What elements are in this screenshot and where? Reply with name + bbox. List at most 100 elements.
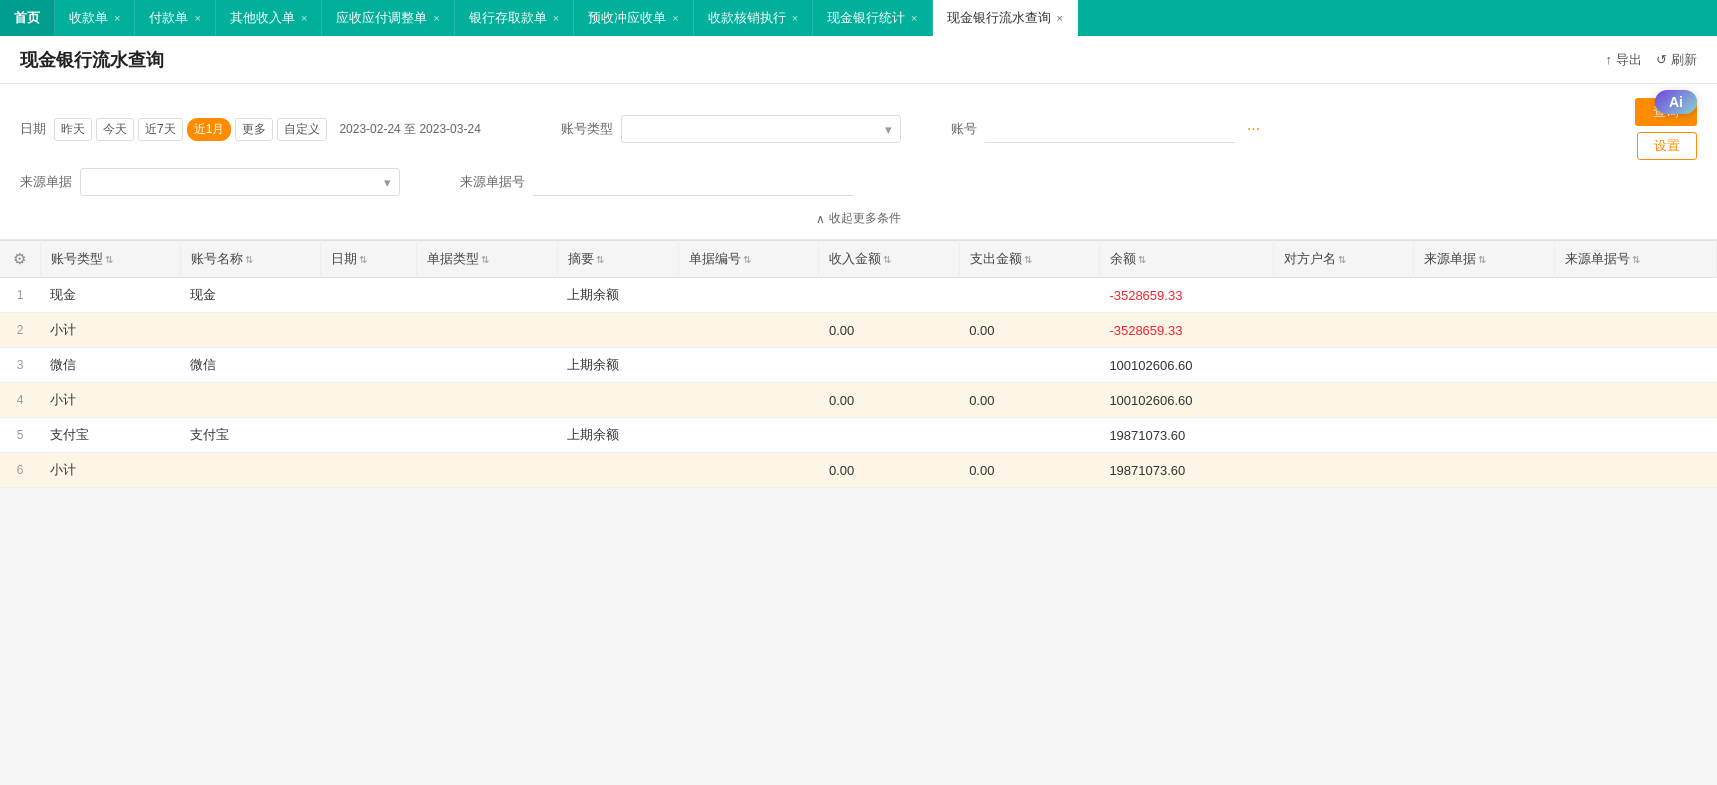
table-cell: 小计 (40, 453, 180, 488)
table-cell (320, 383, 416, 418)
col-header-source_doc[interactable]: 来源单据⇅ (1414, 241, 1554, 278)
col-header-expense[interactable]: 支出金额⇅ (959, 241, 1099, 278)
col-header-counterparty[interactable]: 对方户名⇅ (1274, 241, 1414, 278)
table-cell (819, 418, 959, 453)
date-shortcut-btn[interactable]: 近1月 (187, 118, 232, 141)
table-cell (1554, 313, 1716, 348)
table-cell: 上期余额 (557, 348, 679, 383)
nav-tab[interactable]: 付款单× (135, 0, 215, 36)
table-cell (557, 453, 679, 488)
table-cell (1414, 418, 1554, 453)
source-doc-filter-group: 来源单据 ▾ (20, 168, 400, 196)
nav-tab[interactable]: 现金银行统计× (813, 0, 932, 36)
export-button[interactable]: ↑ 导出 (1606, 51, 1643, 69)
date-shortcut-btn[interactable]: 昨天 (54, 118, 92, 141)
date-filter-group: 日期 昨天今天近7天近1月更多自定义 2023-02-24 至 2023-03-… (20, 118, 481, 141)
col-header-doc_no[interactable]: 单据编号⇅ (679, 241, 819, 278)
account-type-filter-group: 账号类型 ▾ (561, 115, 901, 143)
table-cell (1554, 453, 1716, 488)
table-cell (557, 313, 679, 348)
filter-row-1: 日期 昨天今天近7天近1月更多自定义 2023-02-24 至 2023-03-… (20, 98, 1697, 160)
col-header-date[interactable]: 日期⇅ (320, 241, 416, 278)
account-dots-btn[interactable]: ··· (1243, 120, 1264, 138)
table-cell (1414, 313, 1554, 348)
account-input[interactable] (985, 115, 1235, 143)
table-cell (417, 313, 557, 348)
col-header-source_doc_no[interactable]: 来源单据号⇅ (1554, 241, 1716, 278)
table-cell: 上期余额 (557, 418, 679, 453)
date-shortcut-btn[interactable]: 更多 (235, 118, 273, 141)
table-cell (1414, 348, 1554, 383)
nav-home[interactable]: 首页 (0, 0, 55, 36)
table-cell: 1 (0, 278, 40, 313)
nav-tab[interactable]: 收款单× (55, 0, 135, 36)
table-cell: 小计 (40, 313, 180, 348)
source-doc-no-filter-group: 来源单据号 (460, 168, 853, 196)
table-cell (959, 278, 1099, 313)
table-cell: 3 (0, 348, 40, 383)
table-cell: 0.00 (959, 453, 1099, 488)
date-shortcut-btn[interactable]: 今天 (96, 118, 134, 141)
nav-tab[interactable]: 预收冲应收单× (574, 0, 693, 36)
nav-tab[interactable]: 银行存取款单× (455, 0, 574, 36)
nav-tab[interactable]: 应收应付调整单× (322, 0, 454, 36)
table-cell: 0.00 (959, 313, 1099, 348)
table-cell (1554, 383, 1716, 418)
table-cell: 现金 (180, 278, 320, 313)
collapse-bar[interactable]: ∧ 收起更多条件 (20, 204, 1697, 229)
gear-icon[interactable]: ⚙ (13, 250, 26, 267)
col-header-account_type[interactable]: 账号类型⇅ (40, 241, 180, 278)
col-header-gear: ⚙ (0, 241, 40, 278)
table-cell: 2 (0, 313, 40, 348)
table-cell (320, 418, 416, 453)
table-cell (1274, 453, 1414, 488)
col-header-account_name[interactable]: 账号名称⇅ (180, 241, 320, 278)
col-header-income[interactable]: 收入金额⇅ (819, 241, 959, 278)
table-cell (1274, 313, 1414, 348)
table-row: 2小计0.000.00-3528659.33 (0, 313, 1717, 348)
table-cell: 0.00 (959, 383, 1099, 418)
table-cell (959, 348, 1099, 383)
table-cell (320, 278, 416, 313)
main-table: ⚙ 账号类型⇅账号名称⇅日期⇅单据类型⇅摘要⇅单据编号⇅收入金额⇅支出金额⇅余额⇅… (0, 240, 1717, 488)
settings-button[interactable]: 设置 (1637, 132, 1697, 160)
date-label: 日期 (20, 120, 46, 138)
filter-area: 日期 昨天今天近7天近1月更多自定义 2023-02-24 至 2023-03-… (0, 84, 1717, 240)
nav-tab[interactable]: 现金银行流水查询× (933, 0, 1078, 36)
account-type-select[interactable]: ▾ (621, 115, 901, 143)
date-shortcut-btn[interactable]: 自定义 (277, 118, 327, 141)
table-cell (679, 453, 819, 488)
table-cell: 上期余额 (557, 278, 679, 313)
table-cell (1274, 418, 1414, 453)
col-header-balance[interactable]: 余额⇅ (1099, 241, 1273, 278)
date-shortcut-btn[interactable]: 近7天 (138, 118, 183, 141)
table-cell (819, 348, 959, 383)
table-cell: 支付宝 (180, 418, 320, 453)
refresh-button[interactable]: ↺ 刷新 (1656, 51, 1697, 69)
table-cell (417, 418, 557, 453)
nav-tab[interactable]: 收款核销执行× (694, 0, 813, 36)
table-cell (417, 278, 557, 313)
table-cell: 4 (0, 383, 40, 418)
table-cell (320, 453, 416, 488)
source-doc-no-input[interactable] (533, 168, 853, 196)
col-header-doc_type[interactable]: 单据类型⇅ (417, 241, 557, 278)
table-cell (1554, 348, 1716, 383)
table-cell (1414, 453, 1554, 488)
date-shortcuts: 昨天今天近7天近1月更多自定义 (54, 118, 327, 141)
table-cell (1274, 383, 1414, 418)
filter-row-2: 来源单据 ▾ 来源单据号 (20, 168, 1697, 196)
source-doc-select[interactable]: ▾ (80, 168, 400, 196)
table-cell: 19871073.60 (1099, 453, 1273, 488)
table-cell (679, 348, 819, 383)
col-header-summary[interactable]: 摘要⇅ (557, 241, 679, 278)
source-doc-label: 来源单据 (20, 173, 72, 191)
ai-badge[interactable]: Ai (1655, 90, 1697, 114)
table-row: 3微信微信上期余额100102606.60 (0, 348, 1717, 383)
table-cell (417, 348, 557, 383)
table-cell: 微信 (180, 348, 320, 383)
table-cell (180, 453, 320, 488)
table-row: 4小计0.000.00100102606.60 (0, 383, 1717, 418)
page-header: 现金银行流水查询 ↑ 导出 ↺ 刷新 (0, 36, 1717, 84)
nav-tab[interactable]: 其他收入单× (216, 0, 322, 36)
